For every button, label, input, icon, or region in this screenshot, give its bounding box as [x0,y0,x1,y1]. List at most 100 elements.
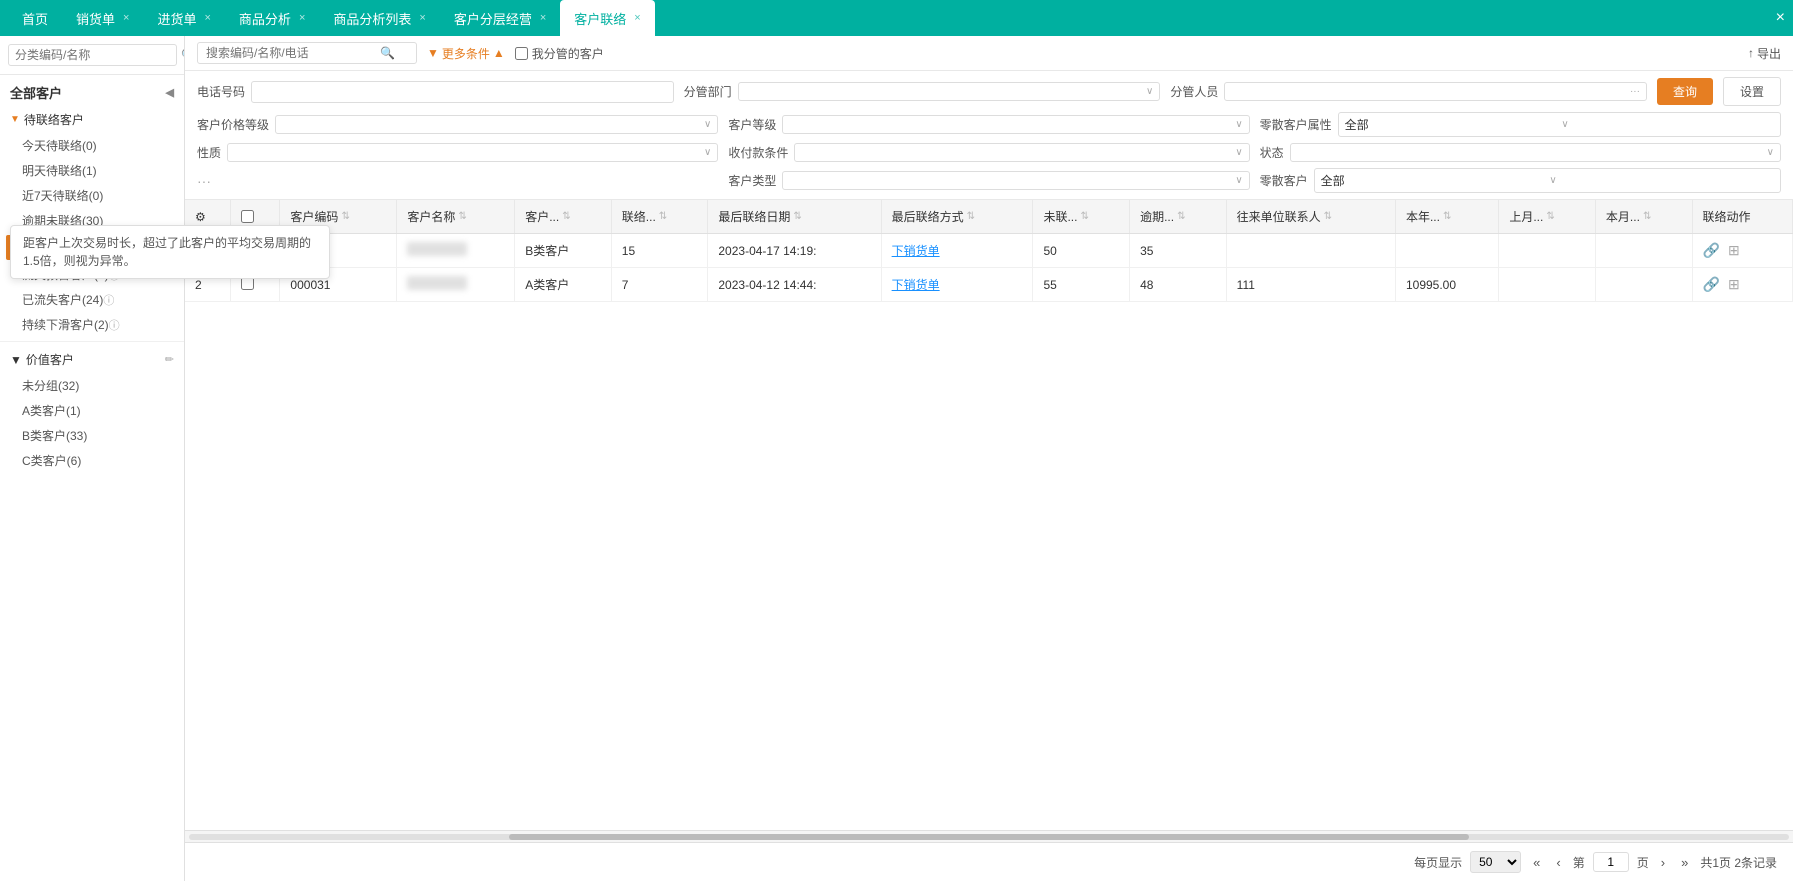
table-row: 1 000039 B类客户 15 2023-04-17 14:19: [185,234,1793,268]
close-purchase-tab[interactable]: × [204,12,210,24]
method-link-2[interactable]: 下销货单 [892,278,940,292]
sidebar-item-declining[interactable]: 持续下滑客户(2) ⓘ [0,312,184,337]
td-last-month-1 [1499,234,1596,268]
sort-last-month-icon[interactable]: ⇅ [1546,211,1554,222]
main-layout: 🔍 全部客户 ◀ ▼ 待联络客户 今天待联络(0) 明天待联络(1) 近7天待联… [0,36,1793,881]
close-customer-tier-tab[interactable]: × [540,12,546,24]
more-filter-dots[interactable]: ··· [197,173,211,189]
value-customer-label: 价值客户 [26,351,74,368]
nav-tab-purchase[interactable]: 进货单 × [143,0,224,36]
page-suffix: 页 [1637,854,1649,871]
top-navigation: 首页 销货单 × 进货单 × 商品分析 × 商品分析列表 × 客户分层经营 × … [0,0,1793,36]
filter-bar: 🔍 ▼ 更多条件 ▲ 我分管的客户 ↑ 导出 [185,36,1793,71]
customer-table-wrapper: ⚙ 客户编码 ⇅ 客户名称 [185,200,1793,830]
td-person-1 [1226,234,1395,268]
sort-type-icon[interactable]: ⇅ [562,211,570,222]
td-person-2: 111 [1226,268,1395,302]
nav-tab-customer-tier[interactable]: 客户分层经营 × [440,0,560,36]
more-conditions-btn[interactable]: ▼ 更多条件 ▲ [427,45,505,62]
settings-button[interactable]: 设置 [1723,77,1781,106]
info-icon-declining[interactable]: ⓘ [109,317,120,333]
last-page-btn[interactable]: » [1677,855,1692,870]
first-page-btn[interactable]: « [1529,855,1544,870]
action-icon-link-1[interactable]: 🔗 [1703,242,1720,259]
filter-search-icon[interactable]: 🔍 [380,46,395,60]
per-page-select[interactable]: 50 20 100 [1470,851,1521,873]
export-icon: ↑ [1748,46,1754,60]
sort-overdue-icon[interactable]: ⇅ [1177,211,1185,222]
sort-method-icon[interactable]: ⇅ [967,211,975,222]
next-page-btn[interactable]: › [1657,855,1669,870]
export-btn[interactable]: ↑ 导出 [1748,45,1781,62]
action-icon-link-2[interactable]: 🔗 [1703,276,1720,293]
sidebar-item-tomorrow[interactable]: 明天待联络(1) [0,158,184,183]
nature-select[interactable]: ∨ [227,143,718,162]
sidebar-item-lost[interactable]: 已流失客户(24) ⓘ [0,287,184,312]
sidebar-item-7days[interactable]: 近7天待联络(0) [0,183,184,208]
sort-this-month-icon[interactable]: ⇅ [1643,211,1651,222]
payment-select[interactable]: ∨ [794,143,1249,162]
dept-select[interactable]: ∨ [738,82,1161,101]
person-select[interactable]: ··· [1224,82,1647,101]
sidebar-item-ungroup[interactable]: 未分组(32) [0,373,184,398]
customer-type-select[interactable]: ∨ [782,171,1249,190]
action-icon-grid-2[interactable]: ⊞ [1728,276,1740,293]
sort-person-icon[interactable]: ⇅ [1324,211,1332,222]
table-row: 2 000031 A类客户 7 2023-04-12 14:44: [185,268,1793,302]
select-all-checkbox[interactable] [241,210,254,223]
pending-contact-group[interactable]: ▼ 待联络客户 [0,106,184,133]
close-product-analysis-tab[interactable]: × [299,12,305,24]
sort-contact-icon[interactable]: ⇅ [659,211,667,222]
filter-cell-nature: 性质 ∨ [197,143,718,162]
td-date-1: 2023-04-17 14:19: [708,234,881,268]
close-sales-tab[interactable]: × [123,12,129,24]
status-select[interactable]: ∨ [1290,143,1781,162]
value-customer-group[interactable]: ▼ 价值客户 ✏ [0,346,184,373]
nav-tab-product-analysis[interactable]: 商品分析 × [225,0,319,36]
prev-page-btn[interactable]: ‹ [1552,855,1564,870]
page-number-input[interactable] [1593,852,1629,872]
close-product-list-tab[interactable]: × [419,12,425,24]
sidebar-item-today[interactable]: 今天待联络(0) [0,133,184,158]
retail-attr-select[interactable]: 全部∨ [1338,112,1781,137]
th-name-label: 客户名称 [407,208,455,225]
collapse-sidebar-btn[interactable]: ◀ [166,86,174,99]
nav-tab-product-analysis-list[interactable]: 商品分析列表 × [319,0,439,36]
method-link-1[interactable]: 下销货单 [892,244,940,258]
sort-uncontacted-icon[interactable]: ⇅ [1080,211,1088,222]
edit-value-group-icon[interactable]: ✏ [165,353,174,366]
sort-code-icon[interactable]: ⇅ [341,211,349,222]
th-this-year: 本年... ⇅ [1395,200,1498,234]
filter-cell-person: 分管人员 ··· [1170,82,1647,101]
price-tier-select[interactable]: ∨ [275,115,718,134]
horizontal-scrollbar[interactable] [185,830,1793,842]
td-contact-1: 15 [611,234,708,268]
settings-icon[interactable]: ⚙ [195,210,206,224]
th-uncontacted-label: 未联... [1043,208,1077,225]
filter-search-input[interactable] [206,46,376,60]
info-icon-lost[interactable]: ⓘ [103,292,114,308]
phone-input[interactable] [251,81,674,103]
sidebar-item-b-class[interactable]: B类客户(33) [0,423,184,448]
td-last-month-2 [1499,268,1596,302]
nav-tab-customer-contact[interactable]: 客户联络 × [560,0,654,36]
customer-tier-select[interactable]: ∨ [782,115,1249,134]
close-all-tabs[interactable]: × [1776,9,1785,27]
sort-date-icon[interactable]: ⇅ [793,211,801,222]
sort-this-year-icon[interactable]: ⇅ [1443,211,1451,222]
nav-tab-home[interactable]: 首页 [8,0,62,36]
all-customers-label: 全部客户 [10,83,62,102]
retail-customer-select[interactable]: 全部∨ [1314,168,1781,193]
sidebar-item-a-class[interactable]: A类客户(1) [0,398,184,423]
sort-name-icon[interactable]: ⇅ [458,211,466,222]
scrollbar-thumb[interactable] [509,834,1469,840]
my-customer-checkbox[interactable] [515,47,528,60]
nav-tab-sales[interactable]: 销货单 × [62,0,143,36]
close-customer-contact-tab[interactable]: × [634,12,640,24]
action-icon-grid-1[interactable]: ⊞ [1728,242,1740,259]
query-button[interactable]: 查询 [1657,78,1713,105]
arrow-icon: ▼ [10,114,20,125]
sidebar-item-c-class[interactable]: C类客户(6) [0,448,184,473]
th-overdue-label: 逾期... [1140,208,1174,225]
sidebar-search-input[interactable] [8,44,177,66]
